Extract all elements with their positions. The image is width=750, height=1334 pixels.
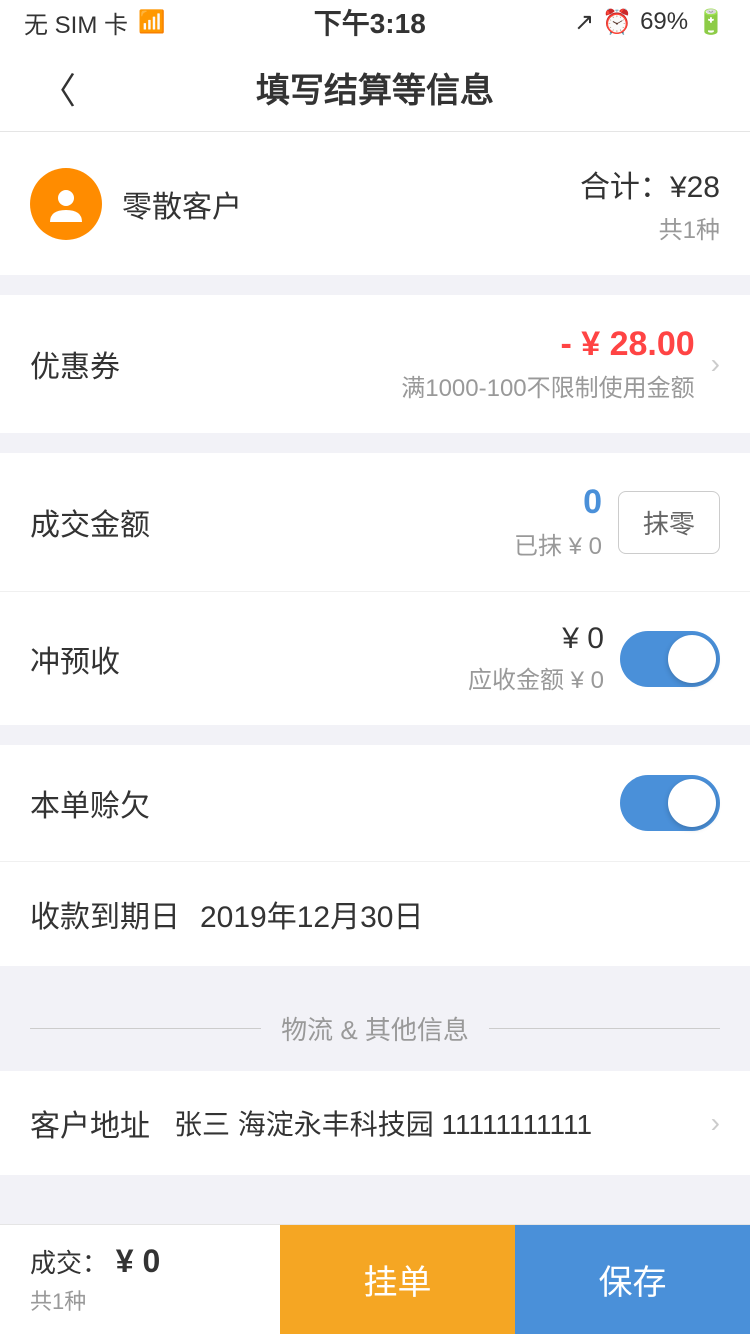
coupon-label: 优惠券 — [30, 342, 120, 386]
back-button[interactable]: 〈 — [30, 52, 86, 124]
arrears-toggle-knob — [668, 779, 716, 827]
arrears-toggle[interactable] — [620, 775, 720, 831]
bottom-bar: 成交： ¥ 0 共1种 挂单 保存 — [0, 1224, 750, 1334]
page-title: 填写结算等信息 — [256, 63, 494, 112]
prepayment-value: ¥ 0 — [468, 622, 604, 656]
avatar — [30, 168, 102, 240]
deal-amount-sub: 已抹 ¥ 0 — [514, 526, 602, 561]
arrears-section: 本单赊欠 收款到期日 2019年12月30日 — [0, 745, 750, 966]
bottom-info: 成交： ¥ 0 共1种 — [0, 1243, 280, 1316]
status-bar: 无 SIM 卡 📶 下午3:18 ↗ ⏰ 69% 🔋 — [0, 0, 750, 44]
prepayment-sub: 应收金额 ¥ 0 — [468, 660, 604, 695]
prepayment-right: ¥ 0 应收金额 ¥ 0 — [468, 622, 720, 695]
address-chevron-icon: › — [711, 1107, 720, 1139]
bottom-deal-label: 成交： — [30, 1248, 108, 1278]
wifi-icon: 📶 — [138, 9, 165, 35]
deal-amount-row: 成交金额 0 已抹 ¥ 0 抹零 — [0, 453, 750, 592]
prepayment-label: 冲预收 — [30, 637, 120, 681]
due-date-row: 收款到期日 2019年12月30日 — [0, 861, 750, 966]
customer-total: 合计：¥28 — [580, 162, 720, 206]
prepayment-toggle[interactable] — [620, 631, 720, 687]
deal-amount-value[interactable]: 0 — [514, 483, 602, 522]
round-button[interactable]: 抹零 — [618, 491, 720, 554]
due-date-label: 收款到期日 — [30, 892, 180, 936]
status-time: 下午3:18 — [314, 2, 426, 42]
hang-button[interactable]: 挂单 — [280, 1225, 515, 1334]
save-button[interactable]: 保存 — [515, 1225, 750, 1334]
customer-left: 零散客户 — [30, 168, 242, 240]
address-label: 客户地址 — [30, 1101, 150, 1145]
location-icon: ↗ — [574, 8, 594, 37]
chevron-right-icon: › — [711, 348, 720, 380]
divider-left — [30, 1028, 261, 1029]
battery-icon: 🔋 — [696, 8, 726, 37]
bottom-amount-row: 成交： ¥ 0 — [30, 1243, 250, 1280]
due-date-value[interactable]: 2019年12月30日 — [200, 892, 423, 936]
prepayment-value-block: ¥ 0 应收金额 ¥ 0 — [468, 622, 604, 695]
alarm-icon: ⏰ — [602, 8, 632, 37]
amount-section: 成交金额 0 已抹 ¥ 0 抹零 冲预收 ¥ 0 应收金额 ¥ 0 — [0, 453, 750, 725]
deal-amount-right: 0 已抹 ¥ 0 抹零 — [514, 483, 720, 561]
toggle-knob — [668, 635, 716, 683]
main-content: 零散客户 合计：¥28 共1种 优惠券 - ¥ 28.00 满1000-100不… — [0, 132, 750, 1315]
arrears-row: 本单赊欠 — [0, 745, 750, 861]
discount-desc: 满1000-100不限制使用金额 — [401, 368, 694, 403]
logistics-label: 物流 & 其他信息 — [281, 1010, 469, 1047]
customer-row: 零散客户 合计：¥28 共1种 — [0, 132, 750, 275]
bottom-count: 共1种 — [30, 1284, 250, 1316]
logistics-divider: 物流 & 其他信息 — [0, 986, 750, 1071]
customer-name: 零散客户 — [122, 182, 242, 226]
discount-value: - ¥ 28.00 — [401, 325, 694, 364]
coupon-right: - ¥ 28.00 满1000-100不限制使用金额 › — [401, 325, 720, 403]
battery-label: 69% — [640, 8, 688, 36]
sim-label: 无 SIM 卡 — [24, 5, 128, 40]
address-row[interactable]: 客户地址 张三 海淀永丰科技园 11111111111 › — [0, 1071, 750, 1175]
bottom-deal-value: ¥ 0 — [116, 1243, 160, 1279]
nav-bar: 〈 填写结算等信息 — [0, 44, 750, 132]
status-right: ↗ ⏰ 69% 🔋 — [574, 8, 726, 37]
deal-amount-label: 成交金额 — [30, 500, 150, 544]
customer-count: 共1种 — [580, 210, 720, 245]
deal-amount-value-block: 0 已抹 ¥ 0 — [514, 483, 602, 561]
coupon-value-block: - ¥ 28.00 满1000-100不限制使用金额 — [401, 325, 694, 403]
coupon-section: 优惠券 - ¥ 28.00 满1000-100不限制使用金额 › — [0, 295, 750, 433]
prepayment-row: 冲预收 ¥ 0 应收金额 ¥ 0 — [0, 592, 750, 725]
coupon-row[interactable]: 优惠券 - ¥ 28.00 满1000-100不限制使用金额 › — [0, 295, 750, 433]
divider-right — [489, 1028, 720, 1029]
status-left: 无 SIM 卡 📶 — [24, 5, 165, 40]
arrears-label: 本单赊欠 — [30, 781, 150, 825]
address-value: 张三 海淀永丰科技园 11111111111 — [174, 1103, 711, 1143]
customer-summary: 合计：¥28 共1种 — [580, 162, 720, 245]
